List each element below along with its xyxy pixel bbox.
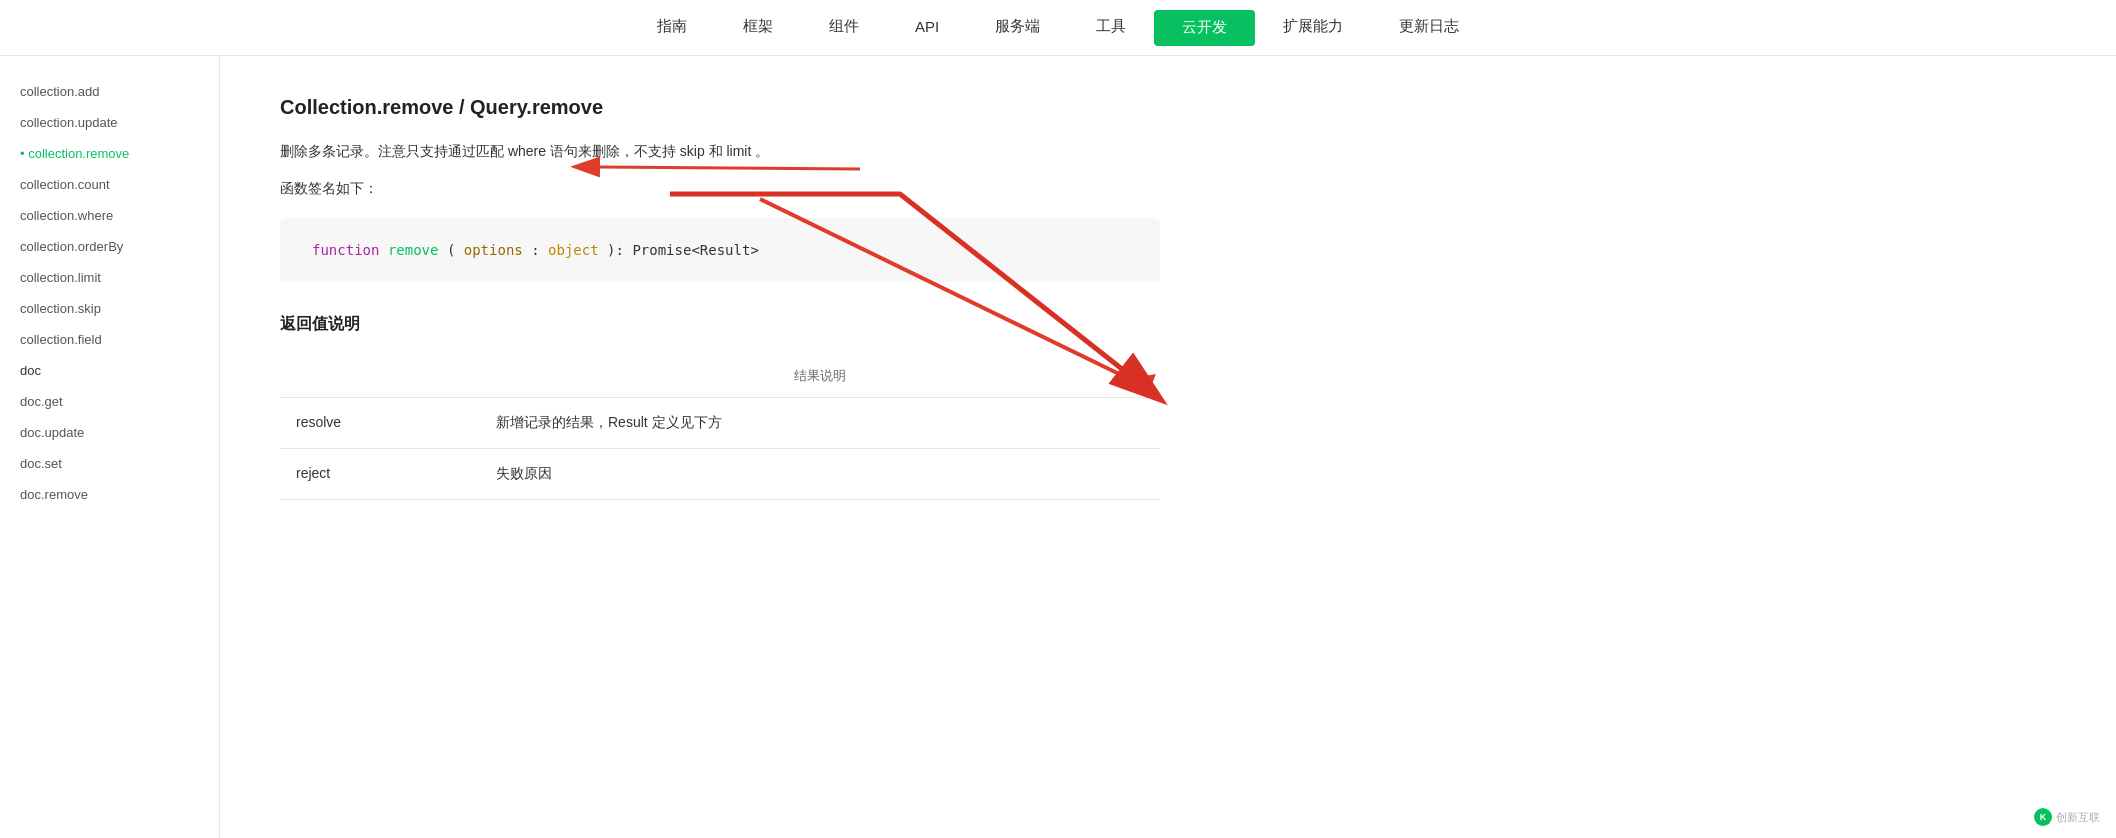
- sidebar-item-collection-skip[interactable]: collection.skip: [0, 293, 219, 324]
- table-row-reject: reject 失败原因: [280, 449, 1160, 500]
- sidebar-item-doc-remove[interactable]: doc.remove: [0, 479, 219, 510]
- nav-item-api[interactable]: API: [887, 0, 967, 56]
- sidebar-item-collection-add[interactable]: collection.add: [0, 76, 219, 107]
- sub-description: 函数签名如下：: [280, 180, 1160, 198]
- sidebar-item-doc-get[interactable]: doc.get: [0, 386, 219, 417]
- main-content: Collection.remove / Query.remove 删除多条记录。…: [220, 56, 1220, 838]
- sidebar-item-doc-set[interactable]: doc.set: [0, 448, 219, 479]
- code-param-type: object: [548, 242, 599, 258]
- return-section-heading: 返回值说明: [280, 314, 1160, 335]
- nav-item-guide[interactable]: 指南: [629, 0, 715, 56]
- result-table: 结果说明 resolve 新增记录的结果，Result 定义见下方 reject…: [280, 355, 1160, 500]
- svg-line-1: [600, 167, 860, 169]
- sidebar-item-collection-update[interactable]: collection.update: [0, 107, 219, 138]
- page-layout: collection.add collection.update collect…: [0, 56, 2116, 838]
- nav-item-changelog[interactable]: 更新日志: [1371, 0, 1487, 56]
- watermark-label: 创新互联: [2056, 810, 2100, 825]
- code-param-name: options: [464, 242, 523, 258]
- nav-item-framework[interactable]: 框架: [715, 0, 801, 56]
- code-paren-open: (: [447, 242, 455, 258]
- code-block: function remove ( options : object ): Pr…: [280, 218, 1160, 282]
- nav-item-extend[interactable]: 扩展能力: [1255, 0, 1371, 56]
- nav-item-server[interactable]: 服务端: [967, 0, 1068, 56]
- nav-items-container: 指南 框架 组件 API 服务端 工具 云开发 扩展能力 更新日志: [629, 0, 1487, 56]
- sidebar-item-collection-remove[interactable]: collection.remove: [0, 138, 219, 169]
- code-colon: :: [531, 242, 548, 258]
- sidebar-item-collection-count[interactable]: collection.count: [0, 169, 219, 200]
- sidebar-item-collection-field[interactable]: collection.field: [0, 324, 219, 355]
- main-description: 删除多条记录。注意只支持通过匹配 where 语句来删除，不支持 skip 和 …: [280, 139, 1160, 164]
- sidebar-category-doc: doc: [0, 355, 219, 386]
- table-cell-reject-key: reject: [280, 449, 480, 500]
- code-keyword: function: [312, 242, 379, 258]
- sidebar: collection.add collection.update collect…: [0, 56, 220, 838]
- table-cell-resolve-value: 新增记录的结果，Result 定义见下方: [480, 398, 1160, 449]
- code-paren-close: ): Promise<Result>: [607, 242, 759, 258]
- sidebar-item-collection-orderby[interactable]: collection.orderBy: [0, 231, 219, 262]
- table-col-key: [280, 355, 480, 398]
- nav-item-tools[interactable]: 工具: [1068, 0, 1154, 56]
- table-row-resolve: resolve 新增记录的结果，Result 定义见下方: [280, 398, 1160, 449]
- nav-item-components[interactable]: 组件: [801, 0, 887, 56]
- nav-item-cloud[interactable]: 云开发: [1154, 10, 1255, 46]
- sidebar-item-collection-limit[interactable]: collection.limit: [0, 262, 219, 293]
- table-col-description: 结果说明: [480, 355, 1160, 398]
- content-wrapper: 删除多条记录。注意只支持通过匹配 where 语句来删除，不支持 skip 和 …: [280, 139, 1160, 282]
- sidebar-item-collection-where[interactable]: collection.where: [0, 200, 219, 231]
- sidebar-item-doc-update[interactable]: doc.update: [0, 417, 219, 448]
- watermark: K 创新互联: [2034, 808, 2100, 826]
- page-title: Collection.remove / Query.remove: [280, 96, 1160, 119]
- code-fn-name: remove: [388, 242, 439, 258]
- top-navigation: 指南 框架 组件 API 服务端 工具 云开发 扩展能力 更新日志: [0, 0, 2116, 56]
- table-cell-resolve-key: resolve: [280, 398, 480, 449]
- table-cell-reject-value: 失败原因: [480, 449, 1160, 500]
- watermark-icon: K: [2034, 808, 2052, 826]
